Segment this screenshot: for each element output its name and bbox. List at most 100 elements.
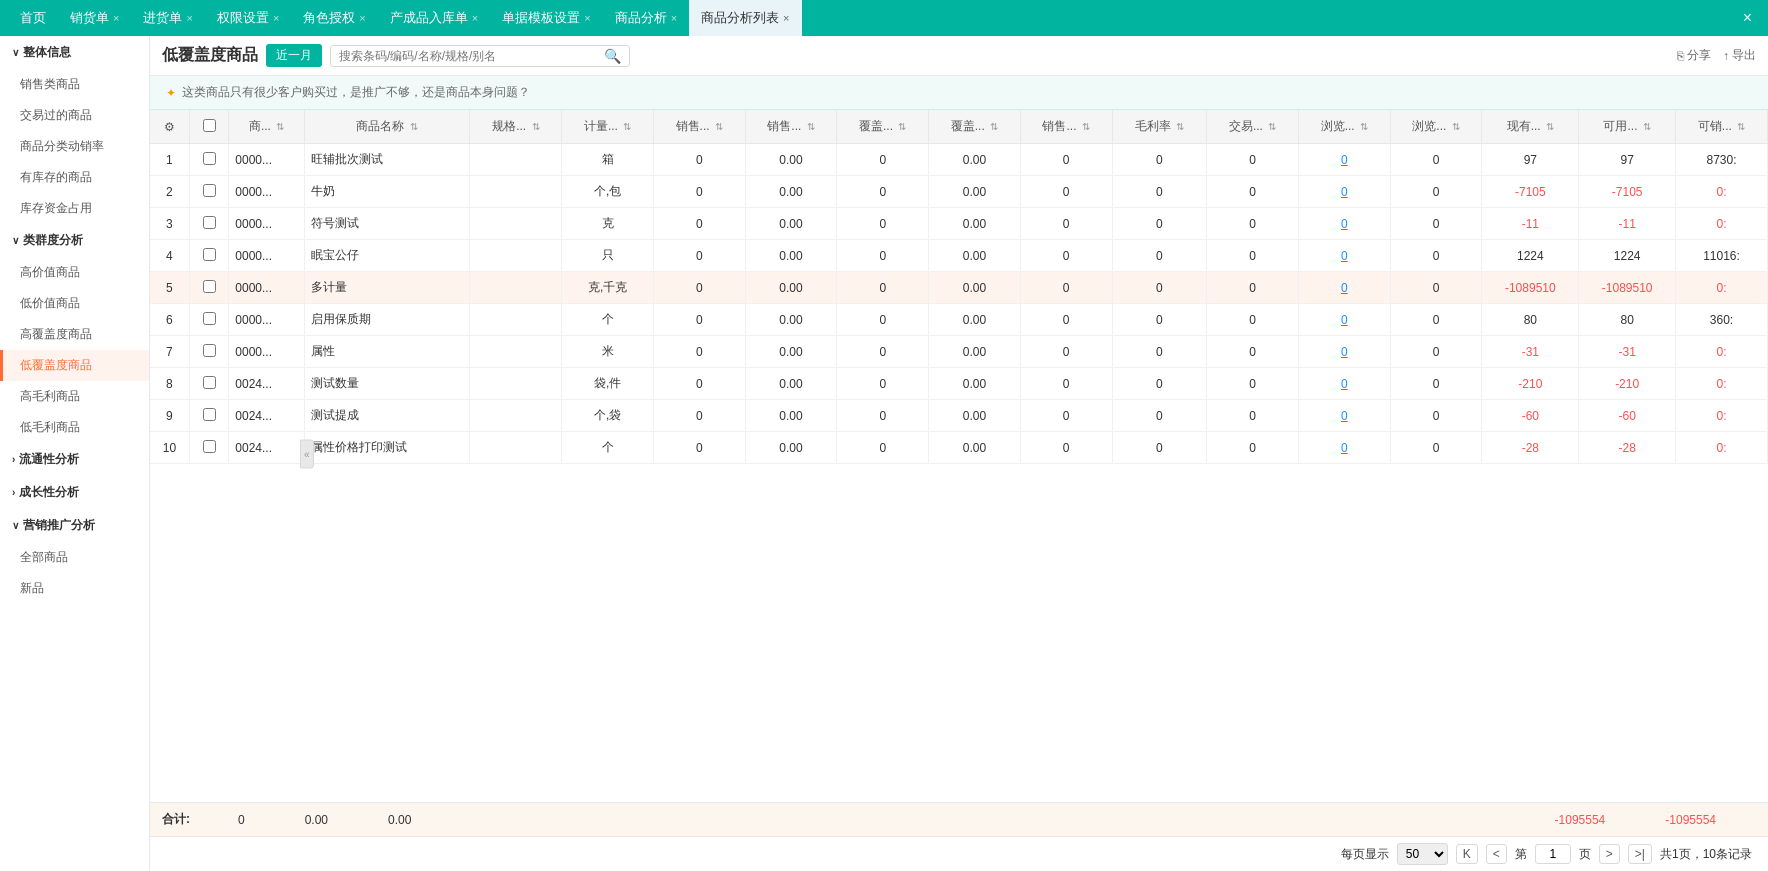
row-browse1-6[interactable]: 0 [1298, 336, 1390, 368]
col-spec[interactable]: 规格... ⇅ [470, 110, 562, 144]
sidebar-item-high-value[interactable]: 高价值商品 [0, 257, 149, 288]
sidebar-item-low-margin[interactable]: 低毛利商品 [0, 412, 149, 443]
row-checkbox-1[interactable] [189, 176, 229, 208]
sidebar-item-high-coverage[interactable]: 高覆盖度商品 [0, 319, 149, 350]
sidebar-section-growth[interactable]: › 成长性分析 [0, 476, 149, 509]
sidebar-section-overall[interactable]: ∨ 整体信息 [0, 36, 149, 69]
sidebar-section-marketing[interactable]: ∨ 营销推广分析 [0, 509, 149, 542]
col-sales-extra[interactable]: 销售... ⇅ [1020, 110, 1112, 144]
row-browse1-0[interactable]: 0 [1298, 144, 1390, 176]
row-browse1-4[interactable]: 0 [1298, 272, 1390, 304]
sidebar-item-traded-products[interactable]: 交易过的商品 [0, 100, 149, 131]
col-available[interactable]: 可用... ⇅ [1579, 110, 1676, 144]
search-icon[interactable]: 🔍 [604, 48, 621, 64]
sidebar-item-inventory-funds[interactable]: 库存资金占用 [0, 193, 149, 224]
nav-close-purchase[interactable]: × [186, 12, 192, 24]
search-input[interactable] [339, 49, 604, 63]
next-page-button[interactable]: > [1599, 844, 1620, 864]
nav-close-role[interactable]: × [359, 12, 365, 24]
col-coverage2[interactable]: 覆盖... ⇅ [929, 110, 1021, 144]
sidebar-item-low-coverage[interactable]: 低覆盖度商品 [0, 350, 149, 381]
nav-item-role[interactable]: 角色授权 × [291, 0, 377, 36]
row-sales-qty-6: 0 [653, 336, 745, 368]
row-select-checkbox-3[interactable] [203, 248, 216, 261]
col-checkbox[interactable] [189, 110, 229, 144]
row-browse1-8[interactable]: 0 [1298, 400, 1390, 432]
nav-close-product-analysis-list[interactable]: × [783, 12, 789, 24]
nav-close-production[interactable]: × [472, 12, 478, 24]
nav-item-home[interactable]: 首页 [8, 0, 58, 36]
nav-item-production[interactable]: 产成品入库单 × [378, 0, 490, 36]
nav-item-sales[interactable]: 销货单 × [58, 0, 131, 36]
first-page-button[interactable]: K [1456, 844, 1478, 864]
period-button[interactable]: 近一月 [266, 44, 322, 67]
window-close-button[interactable]: × [1735, 9, 1760, 27]
nav-item-product-analysis-list[interactable]: 商品分析列表 × [689, 0, 801, 36]
sidebar-item-low-value[interactable]: 低价值商品 [0, 288, 149, 319]
row-checkbox-9[interactable] [189, 432, 229, 464]
col-sales-qty[interactable]: 销售... ⇅ [653, 110, 745, 144]
sidebar-item-new-products[interactable]: 新品 [0, 573, 149, 604]
sidebar-item-high-margin[interactable]: 高毛利商品 [0, 381, 149, 412]
col-code[interactable]: 商... ⇅ [229, 110, 305, 144]
footer-sales-qty: 0 [238, 813, 245, 827]
nav-item-purchase[interactable]: 进货单 × [131, 0, 204, 36]
col-browse1[interactable]: 浏览... ⇅ [1298, 110, 1390, 144]
row-checkbox-5[interactable] [189, 304, 229, 336]
col-settings[interactable]: ⚙ [150, 110, 189, 144]
row-browse1-5[interactable]: 0 [1298, 304, 1390, 336]
col-name[interactable]: 商品名称 ⇅ [304, 110, 470, 144]
row-checkbox-7[interactable] [189, 368, 229, 400]
col-current-stock[interactable]: 现有... ⇅ [1482, 110, 1579, 144]
sidebar-item-stocked-products[interactable]: 有库存的商品 [0, 162, 149, 193]
col-trade[interactable]: 交易... ⇅ [1207, 110, 1299, 144]
prev-page-button[interactable]: < [1486, 844, 1507, 864]
row-select-checkbox-5[interactable] [203, 312, 216, 325]
nav-item-permission[interactable]: 权限设置 × [205, 0, 291, 36]
nav-close-sales[interactable]: × [113, 12, 119, 24]
page-size-select[interactable]: 50 100 200 [1397, 843, 1448, 865]
row-available-4: -1089510 [1579, 272, 1676, 304]
row-checkbox-8[interactable] [189, 400, 229, 432]
row-browse1-7[interactable]: 0 [1298, 368, 1390, 400]
row-checkbox-4[interactable] [189, 272, 229, 304]
row-select-checkbox-4[interactable] [203, 280, 216, 293]
export-button[interactable]: ↑ 导出 [1723, 47, 1756, 64]
row-browse1-1[interactable]: 0 [1298, 176, 1390, 208]
sidebar-item-sales-products[interactable]: 销售类商品 [0, 69, 149, 100]
col-saleable[interactable]: 可销... ⇅ [1676, 110, 1768, 144]
row-checkbox-3[interactable] [189, 240, 229, 272]
row-select-checkbox-9[interactable] [203, 440, 216, 453]
sidebar-item-all-products[interactable]: 全部商品 [0, 542, 149, 573]
row-select-checkbox-1[interactable] [203, 184, 216, 197]
row-select-checkbox-6[interactable] [203, 344, 216, 357]
col-coverage1[interactable]: 覆盖... ⇅ [837, 110, 929, 144]
row-select-checkbox-2[interactable] [203, 216, 216, 229]
nav-item-template[interactable]: 单据模板设置 × [490, 0, 602, 36]
sidebar-section-liquidity[interactable]: › 流通性分析 [0, 443, 149, 476]
nav-item-product-analysis[interactable]: 商品分析 × [603, 0, 689, 36]
nav-close-product-analysis[interactable]: × [671, 12, 677, 24]
nav-close-template[interactable]: × [584, 12, 590, 24]
row-select-checkbox-7[interactable] [203, 376, 216, 389]
col-sales-amt[interactable]: 销售... ⇅ [745, 110, 837, 144]
page-number-input[interactable] [1535, 844, 1571, 864]
row-checkbox-6[interactable] [189, 336, 229, 368]
last-page-button[interactable]: >| [1628, 844, 1652, 864]
row-browse1-3[interactable]: 0 [1298, 240, 1390, 272]
sidebar-item-category-sales-rate[interactable]: 商品分类动销率 [0, 131, 149, 162]
col-browse2[interactable]: 浏览... ⇅ [1390, 110, 1482, 144]
col-gross-margin[interactable]: 毛利率 ⇅ [1112, 110, 1207, 144]
row-select-checkbox-0[interactable] [203, 152, 216, 165]
row-select-checkbox-8[interactable] [203, 408, 216, 421]
sidebar-section-cluster[interactable]: ∨ 类群度分析 [0, 224, 149, 257]
select-all-checkbox[interactable] [203, 119, 216, 132]
row-checkbox-2[interactable] [189, 208, 229, 240]
col-unit[interactable]: 计量... ⇅ [562, 110, 654, 144]
row-checkbox-0[interactable] [189, 144, 229, 176]
row-browse1-2[interactable]: 0 [1298, 208, 1390, 240]
nav-close-permission[interactable]: × [273, 12, 279, 24]
share-button[interactable]: ⎘ 分享 [1677, 47, 1711, 64]
sidebar-collapse-button[interactable]: « [300, 439, 314, 468]
row-browse1-9[interactable]: 0 [1298, 432, 1390, 464]
